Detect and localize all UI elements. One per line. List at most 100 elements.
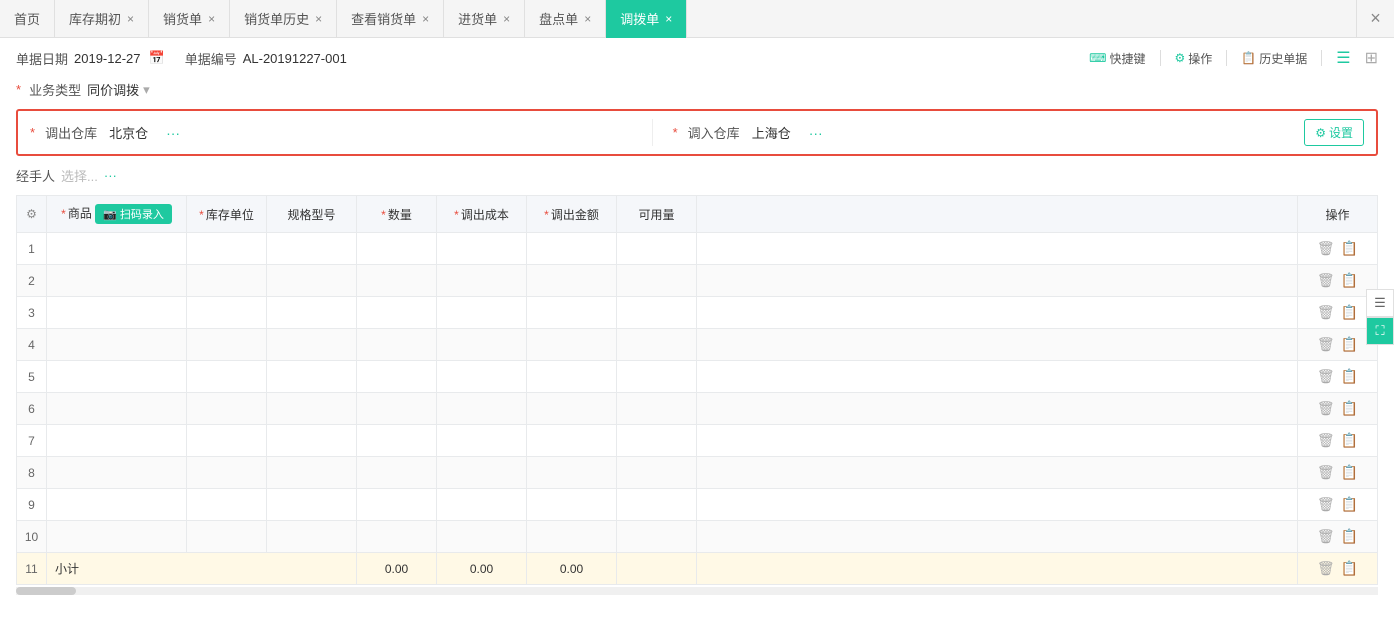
quantity-cell-2[interactable] <box>357 265 437 297</box>
copy-icon-6[interactable]: 📋 <box>1341 400 1358 417</box>
delete-icon-3[interactable]: 🗑 <box>1317 304 1335 321</box>
copy-icon-9[interactable]: 📋 <box>1341 496 1358 513</box>
close-inventory-init[interactable]: × <box>127 12 134 26</box>
product-cell-2[interactable] <box>47 265 187 297</box>
spec-cell-9[interactable] <box>267 489 357 521</box>
amount-cell-7[interactable] <box>527 425 617 457</box>
business-type-select[interactable]: 同价调拨 ▾ <box>87 80 150 99</box>
copy-icon-2[interactable]: 📋 <box>1341 272 1358 289</box>
close-view-sales[interactable]: × <box>422 12 429 26</box>
copy-icon-1[interactable]: 📋 <box>1341 240 1358 257</box>
available-cell-1[interactable] <box>617 233 697 265</box>
amount-cell-6[interactable] <box>527 393 617 425</box>
delete-icon-5[interactable]: 🗑 <box>1317 368 1335 385</box>
product-cell-7[interactable] <box>47 425 187 457</box>
available-cell-8[interactable] <box>617 457 697 489</box>
copy-icon-8[interactable]: 📋 <box>1341 464 1358 481</box>
quantity-cell-3[interactable] <box>357 297 437 329</box>
available-cell-4[interactable] <box>617 329 697 361</box>
amount-cell-1[interactable] <box>527 233 617 265</box>
available-cell-2[interactable] <box>617 265 697 297</box>
close-inventory-check[interactable]: × <box>584 12 591 26</box>
available-cell-9[interactable] <box>617 489 697 521</box>
tab-sales-order[interactable]: 销货单 × <box>149 0 230 38</box>
scroll-thumb[interactable] <box>16 587 76 595</box>
spec-cell-4[interactable] <box>267 329 357 361</box>
unit-cell-3[interactable] <box>187 297 267 329</box>
spec-cell-5[interactable] <box>267 361 357 393</box>
tab-purchase-order[interactable]: 进货单 × <box>444 0 525 38</box>
close-purchase-order[interactable]: × <box>503 12 510 26</box>
delete-icon-4[interactable]: 🗑 <box>1317 336 1335 353</box>
horizontal-scrollbar[interactable] <box>16 587 1378 595</box>
cost-cell-10[interactable] <box>437 521 527 553</box>
delete-icon-1[interactable]: 🗑 <box>1317 240 1335 257</box>
cost-cell-5[interactable] <box>437 361 527 393</box>
delete-icon-10[interactable]: 🗑 <box>1317 528 1335 545</box>
amount-cell-5[interactable] <box>527 361 617 393</box>
window-close-button[interactable]: × <box>1356 0 1394 38</box>
product-cell-6[interactable] <box>47 393 187 425</box>
unit-cell-2[interactable] <box>187 265 267 297</box>
product-cell-4[interactable] <box>47 329 187 361</box>
product-cell-9[interactable] <box>47 489 187 521</box>
delete-icon-2[interactable]: 🗑 <box>1317 272 1335 289</box>
quantity-cell-7[interactable] <box>357 425 437 457</box>
close-sales-history[interactable]: × <box>315 12 322 26</box>
cost-cell-9[interactable] <box>437 489 527 521</box>
spec-cell-1[interactable] <box>267 233 357 265</box>
copy-icon-10[interactable]: 📋 <box>1341 528 1358 545</box>
available-cell-3[interactable] <box>617 297 697 329</box>
available-cell-10[interactable] <box>617 521 697 553</box>
calendar-icon[interactable]: 📅 <box>149 50 165 66</box>
quantity-cell-9[interactable] <box>357 489 437 521</box>
cost-cell-1[interactable] <box>437 233 527 265</box>
copy-icon-subtotal[interactable]: 📋 <box>1341 560 1358 577</box>
setting-button[interactable]: ⚙ 设置 <box>1304 119 1364 146</box>
cost-cell-7[interactable] <box>437 425 527 457</box>
quantity-cell-10[interactable] <box>357 521 437 553</box>
close-transfer-order[interactable]: × <box>665 12 672 26</box>
copy-icon-7[interactable]: 📋 <box>1341 432 1358 449</box>
history-button[interactable]: 📋 历史单据 <box>1241 50 1307 67</box>
float-expand-button[interactable]: ⛶ <box>1366 317 1394 345</box>
amount-cell-4[interactable] <box>527 329 617 361</box>
unit-cell-1[interactable] <box>187 233 267 265</box>
tab-inventory-check[interactable]: 盘点单 × <box>525 0 606 38</box>
tab-sales-history[interactable]: 销货单历史 × <box>230 0 337 38</box>
unit-cell-7[interactable] <box>187 425 267 457</box>
spec-cell-7[interactable] <box>267 425 357 457</box>
amount-cell-10[interactable] <box>527 521 617 553</box>
quantity-cell-5[interactable] <box>357 361 437 393</box>
product-cell-3[interactable] <box>47 297 187 329</box>
delete-icon-9[interactable]: 🗑 <box>1317 496 1335 513</box>
delete-icon-subtotal[interactable]: 🗑 <box>1317 560 1335 577</box>
tab-inventory-init[interactable]: 库存期初 × <box>55 0 149 38</box>
layout-grid-button[interactable]: ⊞ <box>1365 48 1378 68</box>
spec-cell-10[interactable] <box>267 521 357 553</box>
target-warehouse-more[interactable]: ··· <box>809 125 823 141</box>
amount-cell-3[interactable] <box>527 297 617 329</box>
unit-cell-9[interactable] <box>187 489 267 521</box>
operation-button[interactable]: ⚙ 操作 <box>1175 50 1213 67</box>
unit-cell-10[interactable] <box>187 521 267 553</box>
delete-icon-8[interactable]: 🗑 <box>1317 464 1335 481</box>
product-cell-5[interactable] <box>47 361 187 393</box>
close-sales-order[interactable]: × <box>208 12 215 26</box>
spec-cell-8[interactable] <box>267 457 357 489</box>
th-gear[interactable]: ⚙ <box>17 196 47 233</box>
handler-more[interactable]: ··· <box>104 168 117 183</box>
layout-list-button[interactable]: ☰ <box>1336 48 1350 68</box>
copy-icon-4[interactable]: 📋 <box>1341 336 1358 353</box>
spec-cell-3[interactable] <box>267 297 357 329</box>
quantity-cell-8[interactable] <box>357 457 437 489</box>
amount-cell-2[interactable] <box>527 265 617 297</box>
unit-cell-4[interactable] <box>187 329 267 361</box>
tab-transfer-order[interactable]: 调拨单 × <box>606 0 687 38</box>
available-cell-5[interactable] <box>617 361 697 393</box>
product-cell-1[interactable] <box>47 233 187 265</box>
unit-cell-6[interactable] <box>187 393 267 425</box>
copy-icon-3[interactable]: 📋 <box>1341 304 1358 321</box>
spec-cell-2[interactable] <box>267 265 357 297</box>
cost-cell-4[interactable] <box>437 329 527 361</box>
